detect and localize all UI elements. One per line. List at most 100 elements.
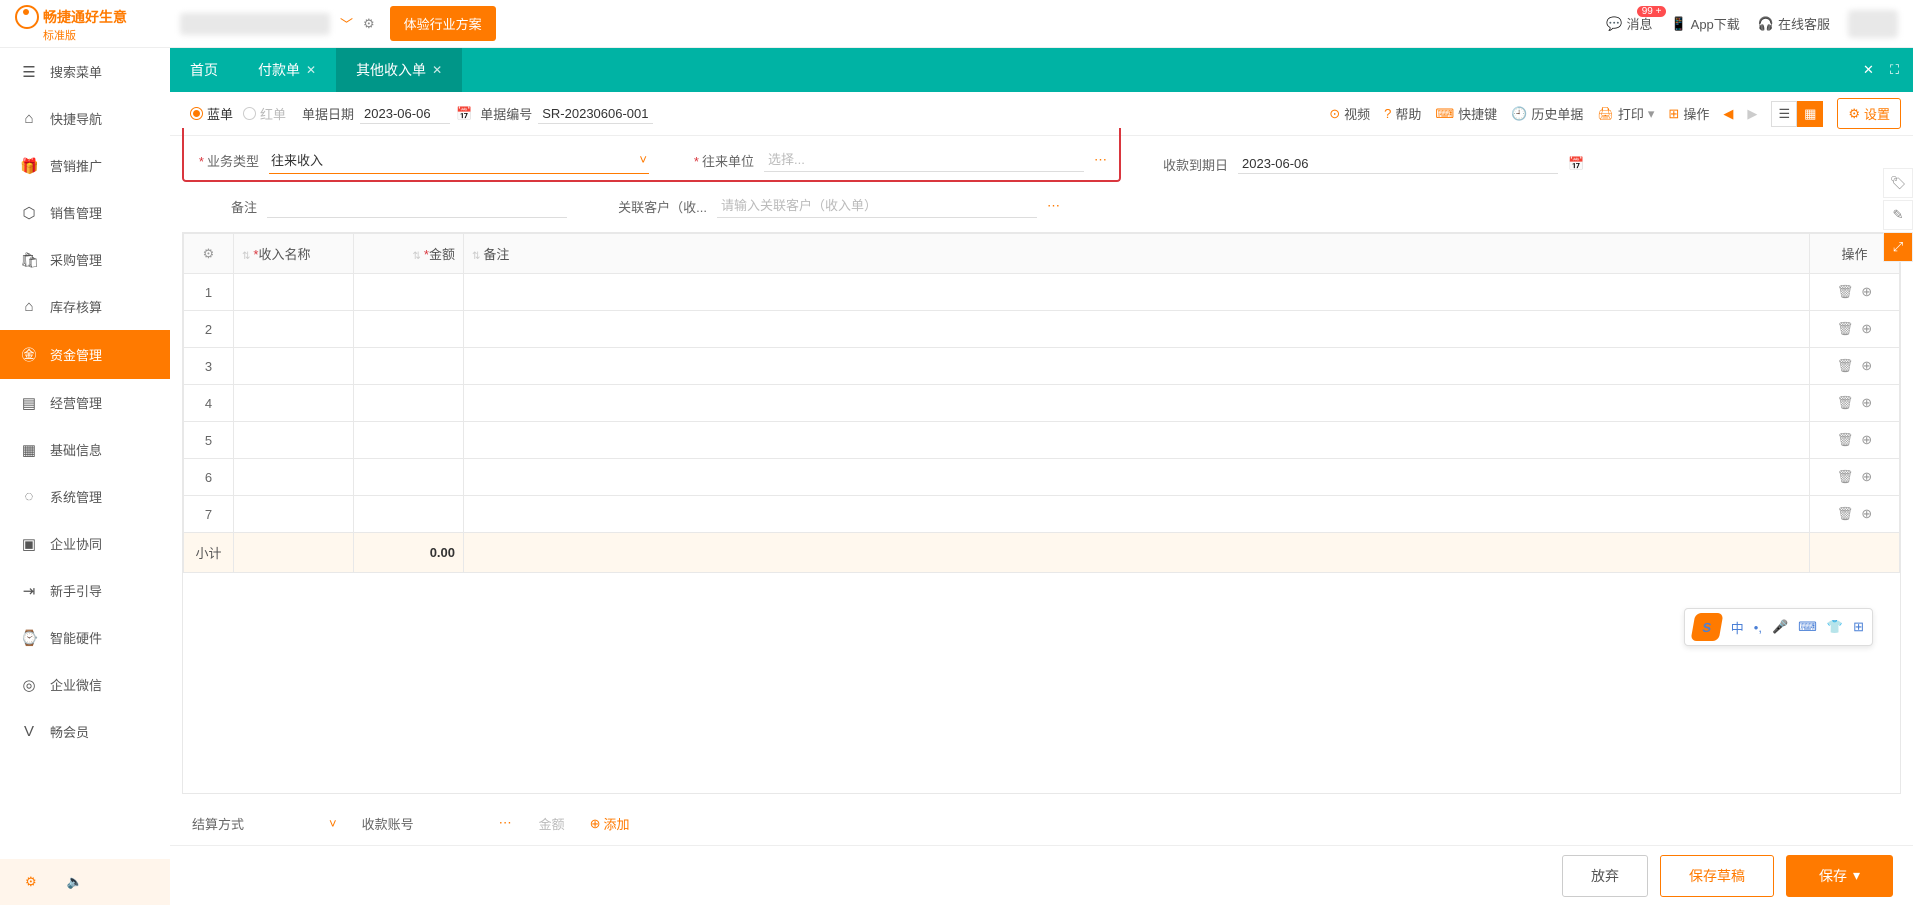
col-remark[interactable]: ⇅备注: [464, 234, 1810, 274]
add-row-icon[interactable]: ⊕: [1861, 506, 1872, 521]
sidebar-item-6[interactable]: ㊎资金管理: [0, 330, 170, 379]
cell-remark[interactable]: [464, 385, 1810, 422]
due-date-value[interactable]: 2023-06-06: [1238, 154, 1558, 174]
table-row[interactable]: 4🗑⊕: [184, 385, 1900, 422]
history-button[interactable]: 🕘历史单据: [1511, 104, 1583, 123]
video-button[interactable]: ⊙视频: [1329, 104, 1370, 123]
delete-row-icon[interactable]: 🗑: [1837, 506, 1854, 521]
rail-tag-icon[interactable]: 🏷: [1883, 168, 1913, 198]
rail-expand-icon[interactable]: ⤢: [1883, 232, 1913, 262]
sidebar-item-8[interactable]: ▦基础信息: [0, 426, 170, 473]
settings-button[interactable]: ⚙设置: [1837, 98, 1901, 129]
ime-keyboard-icon[interactable]: ⌨: [1798, 619, 1817, 635]
table-settings-header[interactable]: ⚙: [184, 234, 234, 274]
print-button[interactable]: 🖨打印▾: [1597, 104, 1654, 123]
sidebar-item-12[interactable]: ⌚智能硬件: [0, 614, 170, 661]
cell-remark[interactable]: [464, 348, 1810, 385]
ime-toolbox-icon[interactable]: ⊞: [1853, 619, 1864, 635]
operate-button[interactable]: ⊞操作: [1668, 104, 1709, 123]
add-row-icon[interactable]: ⊕: [1861, 321, 1872, 336]
sidebar-item-5[interactable]: ⌂库存核算: [0, 283, 170, 330]
add-row-icon[interactable]: ⊕: [1861, 358, 1872, 373]
list-view-icon[interactable]: ☰: [1771, 101, 1797, 127]
table-row[interactable]: 6🗑⊕: [184, 459, 1900, 496]
app-download-button[interactable]: 📱 App下载: [1670, 14, 1739, 33]
cell-remark[interactable]: [464, 496, 1810, 533]
cell-remark[interactable]: [464, 311, 1810, 348]
customer-service-button[interactable]: 🎧 在线客服: [1758, 14, 1830, 33]
delete-row-icon[interactable]: 🗑: [1837, 284, 1854, 299]
add-row-icon[interactable]: ⊕: [1861, 395, 1872, 410]
related-customer-input[interactable]: [717, 194, 1037, 218]
add-row-icon[interactable]: ⊕: [1861, 284, 1872, 299]
grid-view-icon[interactable]: ▦: [1797, 101, 1823, 127]
tab-0[interactable]: 首页: [170, 48, 238, 92]
gear-icon[interactable]: ⚙: [363, 16, 375, 32]
red-doc-radio[interactable]: 红单: [243, 104, 286, 123]
collapse-sidebar-icon[interactable]: 🔈: [67, 874, 83, 890]
table-row[interactable]: 3🗑⊕: [184, 348, 1900, 385]
sidebar-item-14[interactable]: V畅会员: [0, 708, 170, 755]
cell-amount[interactable]: [354, 422, 464, 459]
cell-income-name[interactable]: [234, 422, 354, 459]
cell-amount[interactable]: [354, 385, 464, 422]
remark-input[interactable]: [267, 194, 567, 218]
sidebar-item-13[interactable]: ◎企业微信: [0, 661, 170, 708]
shortcut-button[interactable]: ⌨快捷键: [1435, 104, 1497, 123]
sidebar-item-7[interactable]: ▤经营管理: [0, 379, 170, 426]
cell-amount[interactable]: [354, 459, 464, 496]
table-row[interactable]: 7🗑⊕: [184, 496, 1900, 533]
user-avatar-blurred[interactable]: [1848, 10, 1898, 38]
tab-2[interactable]: 其他收入单✕: [336, 48, 462, 92]
cell-amount[interactable]: [354, 274, 464, 311]
unit-input[interactable]: [764, 148, 1084, 172]
cell-income-name[interactable]: [234, 311, 354, 348]
doc-date-value[interactable]: 2023-06-06: [360, 104, 450, 124]
prev-doc-icon[interactable]: ◀: [1723, 106, 1733, 122]
sidebar-item-1[interactable]: ⌂快捷导航: [0, 95, 170, 142]
cell-remark[interactable]: [464, 422, 1810, 459]
sidebar-item-4[interactable]: 🛍采购管理: [0, 236, 170, 283]
blue-doc-radio[interactable]: 蓝单: [190, 104, 233, 123]
account-select[interactable]: ⋯: [439, 815, 514, 832]
ime-toolbar[interactable]: S 中 •, 🎤 ⌨ 👕 ⊞: [1684, 608, 1873, 646]
ime-mic-icon[interactable]: 🎤: [1772, 619, 1788, 635]
cell-income-name[interactable]: [234, 385, 354, 422]
col-amount[interactable]: ⇅*金额: [354, 234, 464, 274]
unit-more-icon[interactable]: ⋯: [1094, 152, 1109, 168]
trial-button[interactable]: 体验行业方案: [390, 6, 496, 41]
col-income-name[interactable]: ⇅*收入名称: [234, 234, 354, 274]
next-doc-icon[interactable]: ▶: [1747, 106, 1757, 122]
ime-punct-icon[interactable]: •,: [1754, 620, 1762, 635]
delete-row-icon[interactable]: 🗑: [1837, 395, 1854, 410]
close-all-tabs-icon[interactable]: ✕: [1859, 58, 1878, 82]
settings-footer-icon[interactable]: ⚙: [25, 874, 37, 890]
cell-income-name[interactable]: [234, 459, 354, 496]
messages-button[interactable]: 💬 消息 99 +: [1606, 14, 1652, 33]
cell-amount[interactable]: [354, 311, 464, 348]
sidebar-item-3[interactable]: ⬡销售管理: [0, 189, 170, 236]
cell-income-name[interactable]: [234, 274, 354, 311]
calendar-icon[interactable]: 📅: [1568, 156, 1584, 172]
company-chevron-icon[interactable]: ﹀: [340, 14, 353, 33]
save-draft-button[interactable]: 保存草稿: [1660, 855, 1774, 897]
cell-remark[interactable]: [464, 274, 1810, 311]
sidebar-item-2[interactable]: 🎁营销推广: [0, 142, 170, 189]
doc-number-value[interactable]: SR-20230606-001: [538, 104, 652, 124]
delete-row-icon[interactable]: 🗑: [1837, 321, 1854, 336]
table-row[interactable]: 1🗑⊕: [184, 274, 1900, 311]
cell-income-name[interactable]: [234, 496, 354, 533]
add-payment-button[interactable]: ⊕添加: [590, 814, 630, 833]
sidebar-item-11[interactable]: ⇥新手引导: [0, 567, 170, 614]
delete-row-icon[interactable]: 🗑: [1837, 432, 1854, 447]
business-type-select[interactable]: 往来收入 ˅: [269, 146, 649, 174]
related-customer-more-icon[interactable]: ⋯: [1047, 198, 1062, 214]
add-row-icon[interactable]: ⊕: [1861, 469, 1872, 484]
tab-close-icon[interactable]: ✕: [432, 63, 442, 77]
fullscreen-icon[interactable]: ⛶: [1886, 58, 1903, 82]
discard-button[interactable]: 放弃: [1562, 855, 1648, 897]
settlement-method-select[interactable]: ˅: [269, 816, 337, 832]
calendar-icon[interactable]: 📅: [456, 106, 472, 122]
rail-edit-icon[interactable]: ✎: [1883, 200, 1913, 230]
tab-1[interactable]: 付款单✕: [238, 48, 336, 92]
